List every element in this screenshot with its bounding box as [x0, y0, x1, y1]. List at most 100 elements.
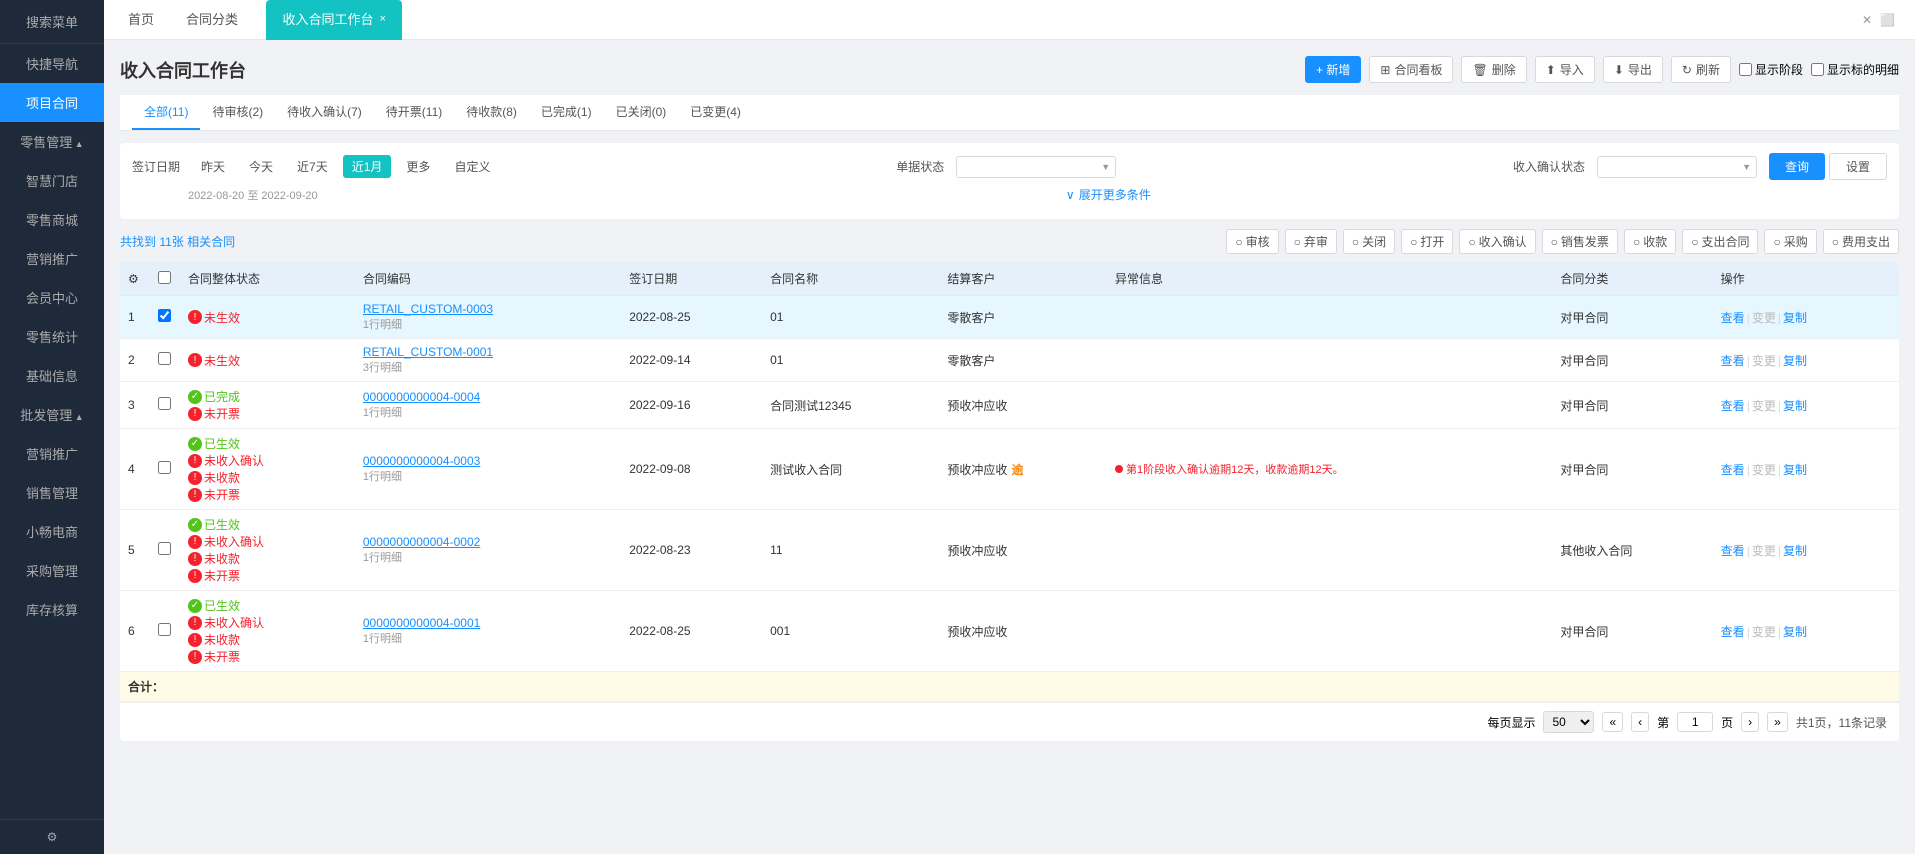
sidebar-item-xiaochang[interactable]: 小畅电商: [0, 512, 104, 551]
show-stage-checkbox[interactable]: [1739, 63, 1752, 76]
import-button[interactable]: ⬆ 导入: [1535, 56, 1595, 83]
contract-code-link[interactable]: RETAIL_CUSTOM-0003: [363, 302, 493, 316]
collection-btn[interactable]: ○ 收款: [1624, 229, 1676, 254]
row-code: 0000000000004-00031行明细: [355, 429, 621, 510]
row-checkbox[interactable]: [158, 461, 171, 474]
action-查看[interactable]: 查看: [1721, 399, 1745, 413]
contract-code-link[interactable]: RETAIL_CUSTOM-0001: [363, 345, 493, 359]
expand-more-btn[interactable]: ∨ 展开更多条件: [1066, 186, 1151, 203]
export-button[interactable]: ⬇ 导出: [1603, 56, 1663, 83]
show-detail-checkbox[interactable]: [1811, 63, 1824, 76]
action-查看[interactable]: 查看: [1721, 625, 1745, 639]
doc-status-select[interactable]: [956, 156, 1116, 178]
action-复制[interactable]: 复制: [1783, 544, 1807, 558]
contract-code-link[interactable]: 0000000000004-0002: [363, 535, 480, 549]
date-btn-昨天[interactable]: 昨天: [192, 155, 234, 178]
select-all-checkbox[interactable]: [158, 271, 171, 284]
sales-invoice-btn[interactable]: ○ 销售发票: [1542, 229, 1618, 254]
out-contract-btn[interactable]: ○ 支出合同: [1682, 229, 1758, 254]
tab-income_workbench[interactable]: 收入合同工作台 ×: [266, 0, 401, 40]
income-confirm-select[interactable]: [1597, 156, 1757, 178]
row-checkbox[interactable]: [158, 309, 171, 322]
next-page-btn[interactable]: ›: [1741, 712, 1759, 732]
open-contract-btn[interactable]: ○ 打开: [1401, 229, 1453, 254]
action-复制[interactable]: 复制: [1783, 625, 1807, 639]
page-size-select[interactable]: 50 100: [1543, 711, 1594, 733]
tab-close-contract_category[interactable]: ×: [244, 13, 250, 25]
sidebar-search[interactable]: 搜索菜单: [0, 0, 104, 44]
row-actions: 查看|变更|复制: [1713, 429, 1899, 510]
sub-tab-done[interactable]: 已完成(1): [529, 95, 604, 130]
purchase-btn[interactable]: ○ 采购: [1764, 229, 1816, 254]
sidebar-item-marketing2[interactable]: 营销推广: [0, 434, 104, 473]
sidebar-settings-btn[interactable]: ⚙: [0, 819, 104, 854]
page-number-input[interactable]: [1677, 712, 1713, 732]
tab-close-income_workbench[interactable]: ×: [379, 13, 385, 25]
refresh-button[interactable]: ↻ 刷新: [1671, 56, 1731, 83]
status-text: 未收款: [204, 631, 240, 648]
sidebar-item-retail_mall[interactable]: 零售商城: [0, 200, 104, 239]
action-查看[interactable]: 查看: [1721, 544, 1745, 558]
sidebar-nav-quicknav[interactable]: 快捷导航: [0, 44, 104, 83]
row-checkbox[interactable]: [158, 623, 171, 636]
filter-settings-button[interactable]: 设置: [1829, 153, 1887, 180]
query-button[interactable]: 查询: [1769, 153, 1825, 180]
date-btn-更多[interactable]: 更多: [397, 155, 439, 178]
prev-page-btn[interactable]: ‹: [1631, 712, 1649, 732]
date-btn-自定义[interactable]: 自定义: [445, 155, 499, 178]
sidebar-item-inventory[interactable]: 库存核算: [0, 590, 104, 629]
sub-tab-pending_invoice[interactable]: 待开票(11): [374, 95, 454, 130]
first-page-btn[interactable]: «: [1602, 712, 1623, 732]
sidebar-item-smart_store[interactable]: 智慧门店: [0, 161, 104, 200]
sub-tab-pending_payment[interactable]: 待收款(8): [454, 95, 529, 130]
action-复制[interactable]: 复制: [1783, 463, 1807, 477]
action-查看[interactable]: 查看: [1721, 463, 1745, 477]
sidebar-item-project[interactable]: 项目合同: [0, 83, 104, 122]
tab-contract_category[interactable]: 合同分类 ×: [170, 0, 266, 40]
contract-board-button[interactable]: ⊞ 合同看板: [1369, 56, 1453, 83]
sidebar-item-purchase[interactable]: 采购管理: [0, 551, 104, 590]
action-查看[interactable]: 查看: [1721, 311, 1745, 325]
date-btn-今天[interactable]: 今天: [240, 155, 282, 178]
col-settings[interactable]: ⚙: [120, 262, 150, 296]
sidebar-item-retail_stats[interactable]: 零售统计: [0, 317, 104, 356]
sub-tab-all[interactable]: 全部(11): [132, 95, 200, 130]
abandon-btn[interactable]: ○ 弃审: [1285, 229, 1337, 254]
sidebar-item-marketing[interactable]: 营销推广: [0, 239, 104, 278]
status-icon: !: [188, 454, 202, 468]
row-checkbox[interactable]: [158, 397, 171, 410]
action-separator: |: [1747, 354, 1750, 368]
expense-btn[interactable]: ○ 费用支出: [1823, 229, 1899, 254]
row-checkbox-cell: [150, 339, 180, 382]
row-checkbox[interactable]: [158, 352, 171, 365]
page-label2: 页: [1721, 714, 1733, 731]
sidebar-item-member[interactable]: 会员中心: [0, 278, 104, 317]
action-复制[interactable]: 复制: [1783, 311, 1807, 325]
income-confirm-btn[interactable]: ○ 收入确认: [1459, 229, 1535, 254]
contract-code-link[interactable]: 0000000000004-0001: [363, 616, 480, 630]
contract-code-link[interactable]: 0000000000004-0003: [363, 454, 480, 468]
sub-tab-pending_confirm[interactable]: 待收入确认(7): [275, 95, 374, 130]
sidebar-item-base_info[interactable]: 基础信息: [0, 356, 104, 395]
action-复制[interactable]: 复制: [1783, 399, 1807, 413]
tab-home[interactable]: 首页: [112, 0, 170, 40]
sidebar-item-retail_mgmt[interactable]: 零售管理 ▲: [0, 122, 104, 161]
action-查看[interactable]: 查看: [1721, 354, 1745, 368]
contract-code-link[interactable]: 0000000000004-0004: [363, 390, 480, 404]
date-btn-近7天[interactable]: 近7天: [288, 155, 337, 178]
action-复制[interactable]: 复制: [1783, 354, 1807, 368]
audit-btn[interactable]: ○ 审核: [1226, 229, 1278, 254]
delete-button[interactable]: 🗑 删除: [1461, 56, 1526, 83]
date-btn-近1月[interactable]: 近1月: [343, 155, 392, 178]
sidebar-item-batch_mgmt[interactable]: 批发管理 ▲: [0, 395, 104, 434]
sub-tab-closed[interactable]: 已关闭(0): [604, 95, 679, 130]
close-window-icon[interactable]: ✕: [1862, 13, 1872, 27]
new-button[interactable]: + 新增: [1305, 56, 1361, 83]
restore-icon[interactable]: ⬜: [1880, 13, 1895, 27]
close-contract-btn[interactable]: ○ 关闭: [1343, 229, 1395, 254]
sub-tab-pending_audit[interactable]: 待审核(2): [200, 95, 275, 130]
last-page-btn[interactable]: »: [1767, 712, 1788, 732]
row-checkbox[interactable]: [158, 542, 171, 555]
sidebar-item-sales_mgmt[interactable]: 销售管理: [0, 473, 104, 512]
sub-tab-changed[interactable]: 已变更(4): [678, 95, 753, 130]
